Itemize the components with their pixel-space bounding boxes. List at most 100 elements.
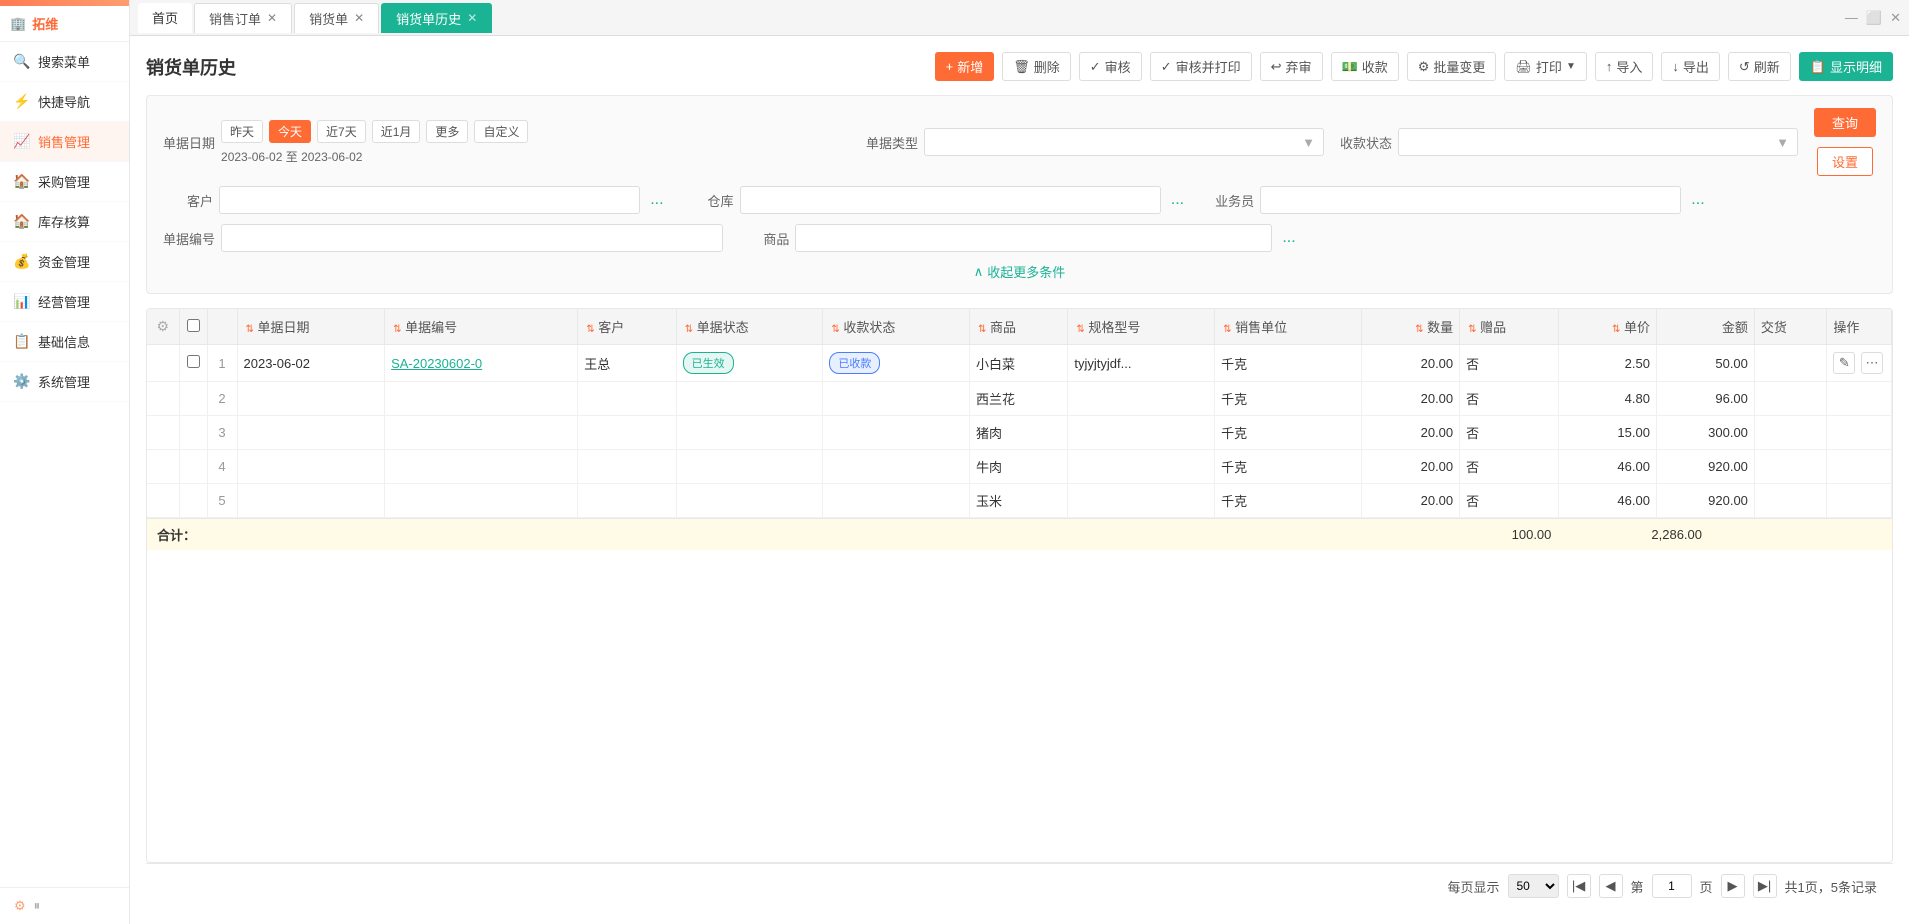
- th-spec-type[interactable]: ⇅ 规格型号: [1068, 309, 1215, 345]
- td-product: 猪肉: [970, 416, 1068, 450]
- td-checkbox[interactable]: [179, 484, 207, 518]
- td-settings: [147, 416, 179, 450]
- th-amount[interactable]: 金额: [1656, 309, 1754, 345]
- ops-more-btn[interactable]: ⋯: [1861, 352, 1883, 374]
- date-custom-btn[interactable]: 自定义: [474, 120, 528, 143]
- doc-type-select[interactable]: ▼: [924, 128, 1324, 156]
- sidebar-bottom-icon1[interactable]: ⚙: [14, 898, 26, 914]
- sidebar-item-finance-mgmt[interactable]: 💰 资金管理: [0, 242, 129, 282]
- sidebar-item-ops-mgmt[interactable]: 📊 经营管理: [0, 282, 129, 322]
- batch-change-button[interactable]: ⚙ 批量变更: [1407, 52, 1497, 81]
- tab-close-sales-delivery[interactable]: ✕: [354, 11, 364, 25]
- collapse-btn[interactable]: ∧ 收起更多条件: [974, 262, 1066, 281]
- td-doc-no[interactable]: [385, 484, 578, 518]
- tab-close-sales-order[interactable]: ✕: [267, 11, 277, 25]
- td-doc-no[interactable]: [385, 416, 578, 450]
- row-checkbox[interactable]: [187, 355, 200, 368]
- page-number-input[interactable]: [1652, 874, 1692, 898]
- th-doc-no[interactable]: ⇅ 单据编号: [385, 309, 578, 345]
- td-gift: 否: [1460, 416, 1558, 450]
- th-checkbox[interactable]: [179, 309, 207, 345]
- refresh-button[interactable]: ↺ 刷新: [1728, 52, 1791, 81]
- staff-input[interactable]: [1260, 186, 1681, 214]
- td-ops: [1827, 450, 1892, 484]
- sidebar-item-purchase-mgmt[interactable]: 🏠 采购管理: [0, 162, 129, 202]
- date-today-btn[interactable]: 今天: [269, 120, 311, 143]
- date-yesterday-btn[interactable]: 昨天: [221, 120, 263, 143]
- tab-close-sales-history[interactable]: ✕: [467, 11, 477, 25]
- th-transaction[interactable]: 交货: [1754, 309, 1826, 345]
- table-settings-icon[interactable]: ⚙: [156, 318, 169, 334]
- tabs-minimize-icon[interactable]: —: [1845, 10, 1858, 25]
- td-doc-no[interactable]: [385, 382, 578, 416]
- th-gift[interactable]: ⇅ 赠品: [1460, 309, 1558, 345]
- doc-no-input[interactable]: [221, 224, 723, 252]
- review-button[interactable]: ✓ 审核: [1079, 52, 1142, 81]
- page-last-btn[interactable]: ▶|: [1753, 874, 1777, 898]
- th-customer[interactable]: ⇅ 客户: [578, 309, 676, 345]
- ops-edit-btn[interactable]: ✎: [1833, 352, 1855, 374]
- import-button[interactable]: ↑ 导入: [1595, 52, 1654, 81]
- page-first-btn[interactable]: |◀: [1567, 874, 1591, 898]
- sidebar-item-inventory[interactable]: 🏠 库存核算: [0, 202, 129, 242]
- warehouse-ellipsis-btn[interactable]: ...: [1167, 191, 1188, 209]
- date-1month-btn[interactable]: 近1月: [372, 120, 421, 143]
- date-7days-btn[interactable]: 近7天: [317, 120, 366, 143]
- th-unit-price[interactable]: ⇅ 单价: [1558, 309, 1656, 345]
- th-doc-date[interactable]: ⇅ 单据日期: [237, 309, 385, 345]
- td-checkbox[interactable]: [179, 345, 207, 382]
- th-product[interactable]: ⇅ 商品: [970, 309, 1068, 345]
- tabs-close-icon[interactable]: ✕: [1890, 10, 1901, 26]
- customer-input[interactable]: [219, 186, 640, 214]
- date-range-row: 昨天 今天 近7天 近1月 更多 自定义: [221, 120, 528, 143]
- td-spec-type: [1068, 382, 1215, 416]
- td-doc-no[interactable]: SA-20230602-0: [385, 345, 578, 382]
- abandon-button[interactable]: ↩ 弃审: [1260, 52, 1323, 81]
- print-button[interactable]: 🖨 打印 ▼: [1504, 52, 1586, 81]
- export-button[interactable]: ↓ 导出: [1661, 52, 1720, 81]
- td-checkbox[interactable]: [179, 416, 207, 450]
- staff-ellipsis-btn[interactable]: ...: [1687, 191, 1708, 209]
- date-more-btn[interactable]: 更多: [426, 120, 468, 143]
- sidebar-item-sales-mgmt[interactable]: 📈 销售管理: [0, 122, 129, 162]
- sidebar-item-quick-nav[interactable]: ⚡ 快捷导航: [0, 82, 129, 122]
- tab-sales-order[interactable]: 销售订单 ✕: [194, 3, 292, 33]
- sidebar-bottom-icon2[interactable]: ⏸: [34, 898, 41, 914]
- sort-icon-product: ⇅: [978, 324, 986, 335]
- refresh-icon: ↺: [1739, 59, 1750, 75]
- collect-status-select[interactable]: ▼: [1398, 128, 1798, 156]
- th-quantity[interactable]: ⇅ 数量: [1361, 309, 1459, 345]
- sidebar-item-basic-info[interactable]: 📋 基础信息: [0, 322, 129, 362]
- td-ops: [1827, 382, 1892, 416]
- th-collect-status[interactable]: ⇅ 收款状态: [823, 309, 970, 345]
- th-doc-status[interactable]: ⇅ 单据状态: [676, 309, 823, 345]
- setting-button[interactable]: 设置: [1817, 147, 1873, 176]
- td-checkbox[interactable]: [179, 382, 207, 416]
- tab-sales-history[interactable]: 销货单历史 ✕: [381, 3, 492, 33]
- product-input[interactable]: [795, 224, 1272, 252]
- per-page-select[interactable]: 50 100 200: [1508, 874, 1559, 898]
- th-sales-unit[interactable]: ⇅ 销售单位: [1215, 309, 1362, 345]
- page-next-btn[interactable]: ▶: [1721, 874, 1745, 898]
- add-button[interactable]: + 新增: [935, 52, 995, 81]
- tab-sales-delivery[interactable]: 销货单 ✕: [294, 3, 379, 33]
- query-button[interactable]: 查询: [1814, 108, 1876, 137]
- td-doc-no[interactable]: [385, 450, 578, 484]
- td-doc-status: [676, 484, 823, 518]
- show-details-button[interactable]: 📋 显示明细: [1799, 52, 1893, 81]
- tabs-maximize-icon[interactable]: ⬜: [1866, 10, 1882, 26]
- select-all-checkbox[interactable]: [187, 319, 200, 332]
- td-checkbox[interactable]: [179, 450, 207, 484]
- collect-button[interactable]: 💵 收款: [1331, 52, 1399, 81]
- page-prev-btn[interactable]: ◀: [1599, 874, 1623, 898]
- review-print-button[interactable]: ✓ 审核并打印: [1150, 52, 1252, 81]
- product-ellipsis-btn[interactable]: ...: [1278, 229, 1299, 247]
- warehouse-input[interactable]: [740, 186, 1161, 214]
- abandon-icon: ↩: [1271, 59, 1282, 75]
- th-settings[interactable]: ⚙: [147, 309, 179, 345]
- sidebar-item-sys-mgmt[interactable]: ⚙️ 系统管理: [0, 362, 129, 402]
- sidebar-item-search-menu[interactable]: 🔍 搜索菜单: [0, 42, 129, 82]
- customer-ellipsis-btn[interactable]: ...: [646, 191, 667, 209]
- tab-home[interactable]: 首页: [138, 3, 192, 33]
- delete-button[interactable]: 🗑 删除: [1002, 52, 1071, 81]
